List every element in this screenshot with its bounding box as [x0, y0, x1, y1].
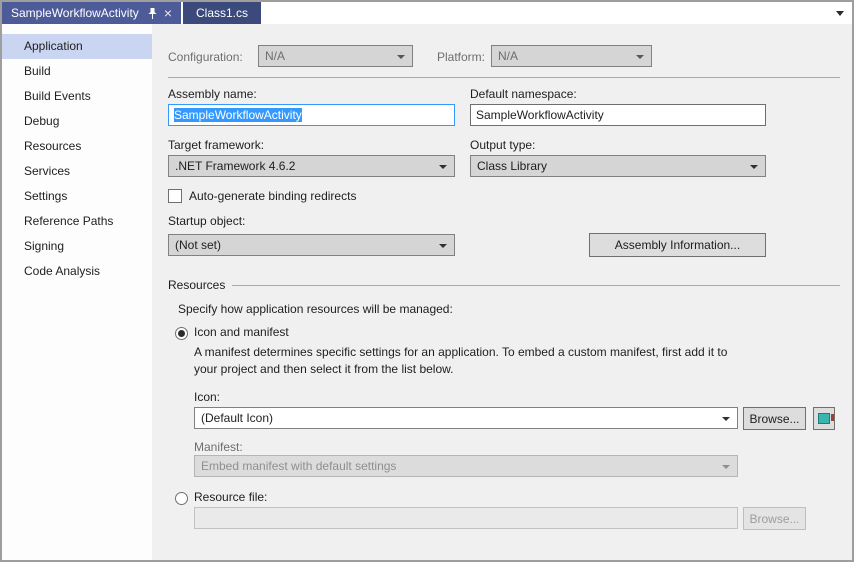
- auto-generate-binding-redirects-label: Auto-generate binding redirects: [189, 189, 356, 203]
- auto-generate-binding-redirects-checkbox[interactable]: [168, 189, 182, 203]
- assembly-information-button[interactable]: Assembly Information...: [589, 233, 766, 257]
- sidebar-item-reference-paths[interactable]: Reference Paths: [2, 209, 152, 234]
- resource-file-browse-button[interactable]: Browse...: [743, 507, 806, 530]
- sidebar-item-build-events[interactable]: Build Events: [2, 84, 152, 109]
- resource-file-input[interactable]: [194, 507, 738, 529]
- tab-sampleworkflowactivity[interactable]: SampleWorkflowActivity ×: [2, 2, 181, 24]
- tab-class1-cs[interactable]: Class1.cs: [183, 2, 261, 24]
- target-framework-label: Target framework:: [168, 138, 264, 152]
- sidebar-item-signing[interactable]: Signing: [2, 234, 152, 259]
- icon-select[interactable]: (Default Icon): [194, 407, 738, 429]
- sidebar-item-resources[interactable]: Resources: [2, 134, 152, 159]
- tab-label: Class1.cs: [196, 6, 248, 20]
- sidebar-item-application[interactable]: Application: [2, 34, 152, 59]
- chevron-down-icon: [397, 55, 405, 59]
- chevron-down-icon: [439, 165, 447, 169]
- document-tab-bar: SampleWorkflowActivity × Class1.cs: [2, 2, 852, 24]
- configuration-select[interactable]: N/A: [258, 45, 413, 67]
- output-type-select[interactable]: Class Library: [470, 155, 766, 177]
- separator: [168, 77, 840, 78]
- output-type-label: Output type:: [470, 138, 535, 152]
- manifest-label: Manifest:: [194, 440, 243, 454]
- icon-preview-image: [818, 413, 830, 424]
- icon-browse-button[interactable]: Browse...: [743, 407, 806, 430]
- group-border-line: [232, 285, 840, 286]
- icon-and-manifest-radio[interactable]: [175, 327, 188, 340]
- sidebar-item-build[interactable]: Build: [2, 59, 152, 84]
- chevron-down-icon: [722, 465, 730, 469]
- chevron-down-icon: [439, 244, 447, 248]
- chevron-down-icon: [722, 417, 730, 421]
- target-framework-select[interactable]: .NET Framework 4.6.2: [168, 155, 455, 177]
- close-icon[interactable]: ×: [164, 6, 172, 20]
- configuration-label: Configuration:: [168, 50, 243, 64]
- sidebar-item-settings[interactable]: Settings: [2, 184, 152, 209]
- resource-file-radio[interactable]: [175, 492, 188, 505]
- chevron-down-icon: [636, 55, 644, 59]
- icon-preview-button[interactable]: [813, 407, 835, 430]
- project-properties-window: SampleWorkflowActivity × Class1.cs Appli…: [0, 0, 854, 562]
- resource-file-label: Resource file:: [194, 490, 267, 504]
- platform-label: Platform:: [437, 50, 485, 64]
- application-page: Configuration: N/A Platform: N/A Assembl…: [152, 24, 852, 560]
- sidebar-item-code-analysis[interactable]: Code Analysis: [2, 259, 152, 284]
- property-pages-sidebar: Application Build Build Events Debug Res…: [2, 24, 152, 560]
- resources-description: Specify how application resources will b…: [178, 302, 453, 316]
- default-namespace-input[interactable]: SampleWorkflowActivity: [470, 104, 766, 126]
- startup-object-label: Startup object:: [168, 214, 245, 228]
- icon-label: Icon:: [194, 390, 220, 404]
- tab-label: SampleWorkflowActivity: [11, 6, 139, 20]
- resources-group-title: Resources: [168, 278, 232, 292]
- resources-group-header: Resources: [168, 278, 840, 292]
- chevron-down-icon: [750, 165, 758, 169]
- sidebar-item-debug[interactable]: Debug: [2, 109, 152, 134]
- pin-icon[interactable]: [148, 8, 157, 19]
- manifest-select[interactable]: Embed manifest with default settings: [194, 455, 738, 477]
- default-namespace-label: Default namespace:: [470, 87, 577, 101]
- sidebar-item-services[interactable]: Services: [2, 159, 152, 184]
- icon-and-manifest-label: Icon and manifest: [194, 325, 289, 339]
- platform-select[interactable]: N/A: [491, 45, 652, 67]
- assembly-name-label: Assembly name:: [168, 87, 257, 101]
- document-list-dropdown-icon[interactable]: [836, 11, 844, 16]
- assembly-name-input[interactable]: SampleWorkflowActivity: [168, 104, 455, 126]
- manifest-note: A manifest determines specific settings …: [194, 344, 742, 378]
- startup-object-select[interactable]: (Not set): [168, 234, 455, 256]
